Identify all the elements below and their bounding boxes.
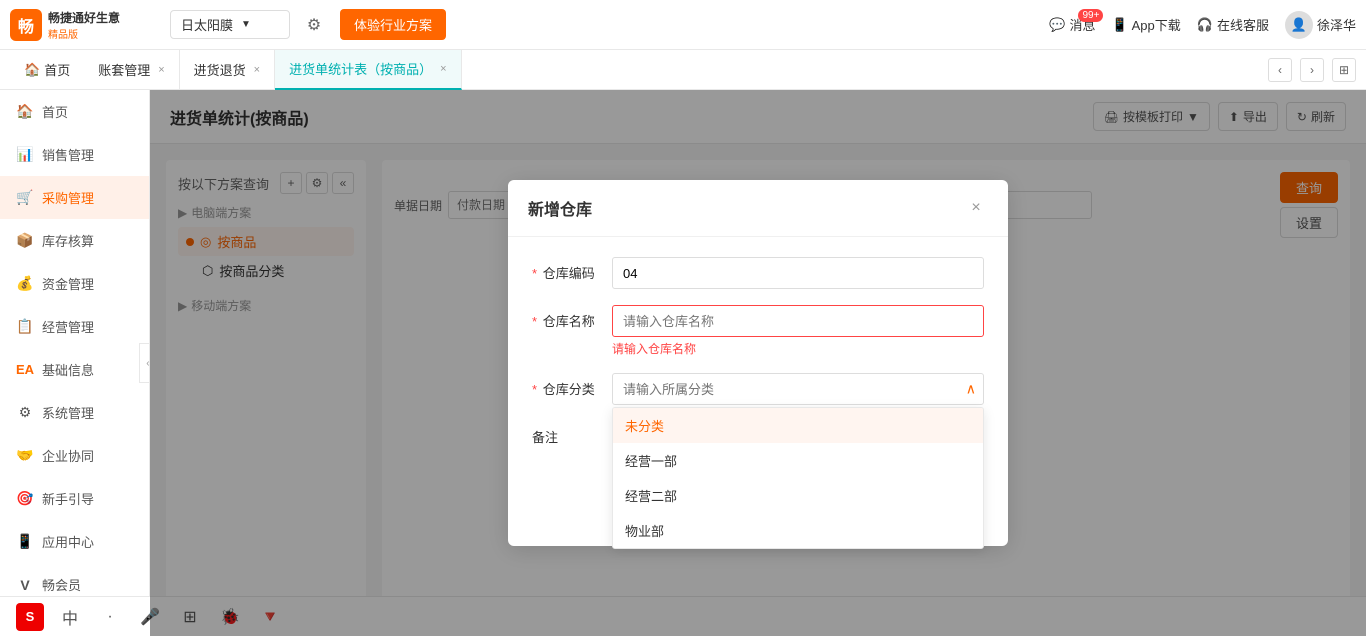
warehouse-code-label: * 仓库编码 (532, 257, 612, 282)
tab-close-icon[interactable]: × (254, 64, 260, 76)
sidebar-item-finance[interactable]: 💰 资金管理 (0, 262, 149, 305)
user-profile[interactable]: 👤 徐泽华 (1285, 11, 1356, 39)
dialog-header: 新增仓库 × (508, 180, 1008, 237)
finance-icon: 💰 (16, 275, 34, 293)
enterprise-icon: 🤝 (16, 447, 34, 465)
sidebar-item-system[interactable]: ⚙ 系统管理 (0, 391, 149, 434)
sidebar-item-guide[interactable]: 🎯 新手引导 (0, 477, 149, 520)
warehouse-name-input-wrapper: 请输入仓库名称 (612, 305, 984, 357)
gear-icon[interactable]: ⚙ (298, 9, 330, 41)
sidebar-item-sales[interactable]: 📊 销售管理 (0, 133, 149, 176)
sidebar: 🏠 首页 📊 销售管理 🛒 采购管理 📦 库存核算 💰 资金管理 📋 经营管理 … (0, 90, 150, 636)
warehouse-name-field: * 仓库名称 请输入仓库名称 (532, 305, 984, 357)
home-icon: 🏠 (24, 62, 40, 78)
warehouse-name-error: 请输入仓库名称 (612, 340, 984, 357)
select-arrow-icon[interactable]: ∧ (966, 381, 976, 398)
mobile-icon: 📱 (1111, 17, 1127, 33)
bottom-logo: S (16, 603, 44, 631)
sidebar-collapse-button[interactable]: « (139, 343, 150, 383)
main-layout: 🏠 首页 📊 销售管理 🛒 采购管理 📦 库存核算 💰 资金管理 📋 经营管理 … (0, 90, 1366, 636)
logo-text: 畅捷通好生意 精品版 (48, 9, 120, 41)
tab-close-icon[interactable]: × (440, 63, 446, 75)
dropdown-item-dept3[interactable]: 物业部 (613, 513, 983, 548)
warehouse-category-label: * 仓库分类 (532, 373, 612, 398)
sidebar-item-home[interactable]: 🏠 首页 (0, 90, 149, 133)
sidebar-item-operations[interactable]: 📋 经营管理 (0, 305, 149, 348)
warehouse-code-field: * 仓库编码 (532, 257, 984, 289)
vip-icon: V (16, 576, 34, 594)
message-icon-item[interactable]: 💬 消息 99+ (1049, 15, 1095, 34)
app-logo: 畅 (10, 9, 42, 41)
tab-home[interactable]: 🏠 首页 (10, 50, 84, 90)
app-download-item[interactable]: 📱 App下载 (1111, 15, 1180, 34)
trial-button[interactable]: 体验行业方案 (340, 9, 446, 40)
sidebar-item-apps[interactable]: 📱 应用中心 (0, 520, 149, 563)
tab-bar: 🏠 首页 账套管理 × 进货退货 × 进货单统计表（按商品） × ‹ › ⊞ (0, 50, 1366, 90)
tab-bar-right: ‹ › ⊞ (1268, 58, 1356, 82)
chevron-down-icon: ▼ (241, 19, 251, 30)
tab-menu-button[interactable]: ⊞ (1332, 58, 1356, 82)
warehouse-code-input[interactable] (612, 257, 984, 289)
warehouse-name-input[interactable] (612, 305, 984, 337)
top-header: 畅 畅捷通好生意 精品版 日太阳膜 ▼ ⚙ 体验行业方案 💬 消息 99+ 📱 … (0, 0, 1366, 50)
category-dropdown: 未分类 经营一部 经营二部 物业部 (612, 407, 984, 549)
sidebar-item-purchase[interactable]: 🛒 采购管理 (0, 176, 149, 219)
purchase-icon: 🛒 (16, 189, 34, 207)
sidebar-item-basic-info[interactable]: EA 基础信息 (0, 348, 149, 391)
guide-icon: 🎯 (16, 490, 34, 508)
warehouse-note-label: 备注 (532, 421, 612, 446)
logo-area: 畅 畅捷通好生意 精品版 (10, 9, 160, 41)
apps-icon: 📱 (16, 533, 34, 551)
bottom-icon-1[interactable]: 中 (56, 603, 84, 631)
warehouse-category-input[interactable] (612, 373, 984, 405)
tab-close-icon[interactable]: × (158, 64, 164, 76)
store-selector[interactable]: 日太阳膜 ▼ (170, 10, 290, 39)
message-icon: 💬 (1049, 17, 1065, 33)
sidebar-item-inventory[interactable]: 📦 库存核算 (0, 219, 149, 262)
home-icon: 🏠 (16, 103, 34, 121)
system-icon: ⚙ (16, 404, 34, 422)
dialog-close-button[interactable]: × (964, 196, 988, 220)
tab-purchase-return[interactable]: 进货退货 × (180, 50, 275, 90)
header-right: 💬 消息 99+ 📱 App下载 🎧 在线客服 👤 徐泽华 (1049, 11, 1356, 39)
message-badge: 99+ (1078, 9, 1103, 22)
avatar: 👤 (1285, 11, 1313, 39)
new-warehouse-dialog: 新增仓库 × * 仓库编码 (508, 180, 1008, 546)
tab-account-management[interactable]: 账套管理 × (84, 50, 179, 90)
sales-icon: 📊 (16, 146, 34, 164)
dialog-body: * 仓库编码 * 仓库名称 (508, 237, 1008, 489)
basic-info-icon: EA (16, 361, 34, 379)
dropdown-item-dept2[interactable]: 经营二部 (613, 478, 983, 513)
inventory-icon: 📦 (16, 232, 34, 250)
warehouse-name-label: * 仓库名称 (532, 305, 612, 330)
content-area: 进货单统计(按商品) 🖨 按模板打印 ▼ ⬆ 导出 ↻ 刷新 (150, 90, 1366, 636)
dialog-title: 新增仓库 (528, 196, 592, 220)
tab-prev-button[interactable]: ‹ (1268, 58, 1292, 82)
bottom-icon-2[interactable]: · (96, 603, 124, 631)
dropdown-item-uncategorized[interactable]: 未分类 (613, 408, 983, 443)
sidebar-item-enterprise[interactable]: 🤝 企业协同 (0, 434, 149, 477)
warehouse-category-field: * 仓库分类 ∧ 未分类 经营一部 经营二部 物业部 (532, 373, 984, 405)
headset-icon: 🎧 (1197, 17, 1213, 33)
online-service-item[interactable]: 🎧 在线客服 (1197, 15, 1269, 34)
tab-next-button[interactable]: › (1300, 58, 1324, 82)
tab-purchase-stats[interactable]: 进货单统计表（按商品） × (275, 50, 461, 90)
warehouse-category-input-wrapper: ∧ 未分类 经营一部 经营二部 物业部 (612, 373, 984, 405)
dropdown-item-dept1[interactable]: 经营一部 (613, 443, 983, 478)
modal-overlay: 新增仓库 × * 仓库编码 (150, 90, 1366, 636)
warehouse-code-input-wrapper (612, 257, 984, 289)
operations-icon: 📋 (16, 318, 34, 336)
